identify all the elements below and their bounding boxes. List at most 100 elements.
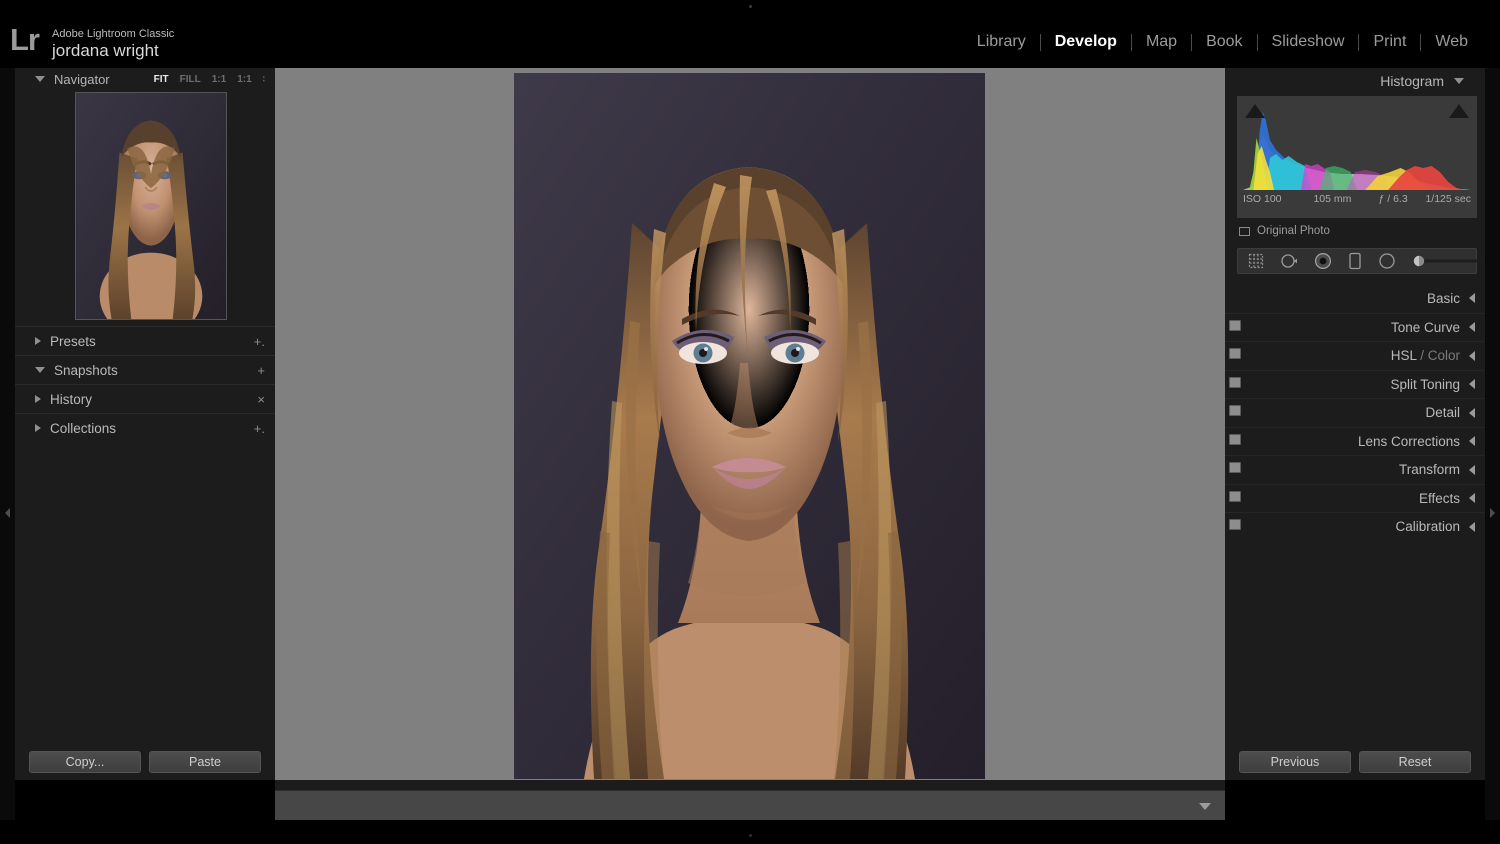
panel-label-main: Lens Corrections [1357, 433, 1460, 449]
shadow-clipping-indicator[interactable] [1245, 104, 1265, 118]
top-panel-handle[interactable] [749, 5, 752, 8]
panel-enable-toggle[interactable] [1229, 376, 1241, 388]
top-identity-bar: Lr Adobe Lightroom Classic jordana wrigh… [0, 0, 1500, 68]
triangle-right-icon[interactable] [35, 424, 41, 432]
left-section-snapshots[interactable]: Snapshots + [15, 355, 275, 384]
main-photo[interactable] [514, 73, 985, 779]
left-section-action-icon[interactable]: × [257, 392, 265, 407]
previous-button[interactable]: Previous [1239, 751, 1351, 773]
center-toolbar[interactable] [275, 790, 1225, 820]
triangle-down-icon[interactable] [35, 367, 45, 373]
crop-overlay-icon[interactable] [1248, 253, 1264, 269]
left-section-history[interactable]: History × [15, 384, 275, 413]
panel-hsl[interactable]: HSL / Color [1225, 341, 1485, 370]
copy-button[interactable]: Copy... [29, 751, 141, 773]
user-name-label: jordana wright [52, 41, 159, 60]
triangle-down-icon [35, 76, 45, 82]
triangle-left-icon[interactable] [1469, 493, 1475, 504]
left-panel-collapse-strip[interactable] [0, 68, 15, 844]
module-tab-slideshow[interactable]: Slideshow [1258, 31, 1359, 53]
highlight-clipping-indicator[interactable] [1449, 104, 1469, 118]
bottom-panel-handle[interactable] [749, 834, 752, 837]
triangle-left-icon[interactable] [1469, 379, 1475, 390]
lightroom-window: Lr Adobe Lightroom Classic jordana wrigh… [0, 0, 1500, 844]
triangle-left-icon[interactable] [1469, 322, 1475, 333]
histogram-header[interactable]: Histogram [1225, 68, 1485, 94]
panel-enable-toggle[interactable] [1229, 462, 1241, 473]
develop-tool-strip [1237, 248, 1500, 274]
original-photo-checkbox[interactable] [1239, 226, 1250, 236]
triangle-left-icon[interactable] [1469, 436, 1475, 447]
spot-removal-icon[interactable] [1280, 253, 1298, 269]
zoom-level-1-1-2[interactable]: 1:1 [212, 74, 226, 85]
paste-button[interactable]: Paste [149, 751, 261, 773]
panel-enable-toggle[interactable] [1229, 433, 1241, 445]
panel-enable-toggle[interactable] [1229, 490, 1241, 502]
original-photo-row[interactable]: Original Photo [1225, 220, 1485, 242]
graduated-filter-icon[interactable] [1348, 252, 1362, 270]
panel-enable-toggle[interactable] [1229, 319, 1241, 331]
panel-label: Calibration [1395, 519, 1460, 534]
panel-basic[interactable]: Basic [1225, 284, 1485, 313]
radial-filter-icon[interactable] [1378, 252, 1396, 270]
panel-label-main: Detail [1425, 405, 1460, 421]
triangle-right-icon[interactable] [35, 337, 41, 345]
panel-label-main: Basic [1426, 290, 1460, 306]
lightroom-logo: Lr [10, 22, 40, 57]
histogram-plot[interactable] [1243, 102, 1471, 190]
triangle-left-icon[interactable] [1469, 521, 1475, 532]
right-panel-collapse-strip[interactable] [1485, 68, 1500, 844]
module-tab-web[interactable]: Web [1421, 31, 1482, 53]
panel-calibration[interactable]: Calibration [1225, 512, 1485, 541]
zoom-level-fit-0[interactable]: FIT [154, 74, 169, 85]
left-section-action-icon[interactable]: +. [254, 421, 265, 436]
left-section-label: History [50, 391, 93, 407]
navigator-thumbnail[interactable] [75, 92, 227, 320]
panel-label: HSL / Color [1391, 348, 1460, 363]
panel-label-main: Split Toning [1390, 376, 1460, 392]
triangle-left-icon[interactable] [1469, 350, 1475, 361]
module-tab-map[interactable]: Map [1132, 31, 1191, 53]
filmstrip-collapsed-bar[interactable] [0, 820, 1500, 844]
panel-tone-curve[interactable]: Tone Curve [1225, 312, 1485, 341]
navigator-header[interactable]: Navigator FIT FILL 1:1 1:1 ∶ [15, 68, 275, 90]
original-photo-label: Original Photo [1257, 225, 1330, 237]
module-picker: Library Develop Map Book Slideshow Print Web [963, 31, 1482, 53]
panel-enable-toggle[interactable] [1229, 405, 1241, 416]
panel-transform[interactable]: Transform [1225, 455, 1485, 484]
panel-split-toning[interactable]: Split Toning [1225, 369, 1485, 398]
panel-enable-toggle[interactable] [1229, 348, 1241, 359]
left-section-action-icon[interactable]: +. [254, 334, 265, 349]
panel-label: Transform [1399, 462, 1460, 477]
red-eye-icon[interactable] [1314, 252, 1332, 270]
left-section-presets[interactable]: Presets +. [15, 326, 275, 355]
zoom-ratio-picker-icon[interactable]: ∶ [263, 74, 265, 85]
chevron-down-icon[interactable] [1199, 803, 1211, 810]
image-canvas[interactable] [275, 68, 1225, 780]
left-section-action-icon[interactable]: + [257, 363, 265, 378]
left-section-label: Collections [50, 420, 117, 436]
module-tab-library[interactable]: Library [963, 31, 1040, 53]
triangle-left-icon[interactable] [1469, 293, 1475, 304]
module-tab-print[interactable]: Print [1359, 31, 1420, 53]
panel-detail[interactable]: Detail [1225, 398, 1485, 427]
panel-label: Effects [1419, 491, 1460, 506]
focal-length-value: 105 mm [1313, 193, 1352, 205]
triangle-left-icon[interactable] [1469, 464, 1475, 475]
module-tab-book[interactable]: Book [1192, 31, 1256, 53]
panel-lens-corrections[interactable]: Lens Corrections [1225, 426, 1485, 455]
triangle-left-icon[interactable] [1469, 407, 1475, 418]
triangle-right-icon[interactable] [35, 395, 41, 403]
navigator-preview-image [76, 93, 226, 319]
panel-label-main: Transform [1398, 462, 1460, 478]
left-section-collections[interactable]: Collections +. [15, 413, 275, 442]
histogram-panel[interactable]: ISO 100 105 mm ƒ / 6.3 1/125 sec [1237, 96, 1477, 218]
panel-effects[interactable]: Effects [1225, 483, 1485, 512]
zoom-level-fill-1[interactable]: FILL [180, 74, 201, 85]
zoom-level-1-1-3[interactable]: 1:1 [237, 74, 251, 85]
develop-panel-list: Basic Tone Curve HSL / Color Split Toning De… [1225, 284, 1485, 541]
identity-plate[interactable]: Adobe Lightroom Classic jordana wright [52, 28, 174, 61]
panel-enable-toggle[interactable] [1229, 519, 1241, 530]
module-tab-develop[interactable]: Develop [1041, 31, 1131, 53]
reset-button[interactable]: Reset [1359, 751, 1471, 773]
